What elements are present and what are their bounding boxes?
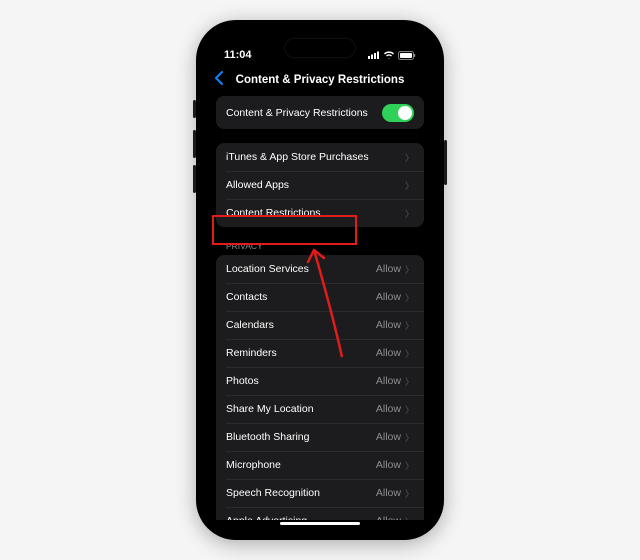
chevron-right-icon: 〉 (405, 487, 414, 500)
apple-advertising-row[interactable]: Apple Advertising Allow 〉 (216, 507, 424, 520)
microphone-row[interactable]: Microphone Allow 〉 (216, 451, 424, 479)
row-label: Reminders (226, 347, 277, 359)
nav-title: Content & Privacy Restrictions (236, 74, 405, 86)
volume-up-button (193, 130, 196, 158)
chevron-right-icon: 〉 (405, 319, 414, 332)
row-value: Allow (376, 263, 401, 275)
row-label: Contacts (226, 291, 267, 303)
volume-down-button (193, 165, 196, 193)
bluetooth-sharing-row[interactable]: Bluetooth Sharing Allow 〉 (216, 423, 424, 451)
screen: 11:04 Content & Privacy Restrictions Con… (206, 30, 434, 530)
row-label: iTunes & App Store Purchases (226, 151, 369, 163)
chevron-right-icon: 〉 (405, 459, 414, 472)
row-value: Allow (376, 319, 401, 331)
nav-header: Content & Privacy Restrictions (206, 70, 434, 96)
row-value: Allow (376, 375, 401, 387)
chevron-right-icon: 〉 (405, 347, 414, 360)
chevron-right-icon: 〉 (405, 291, 414, 304)
row-label: Speech Recognition (226, 487, 320, 499)
chevron-right-icon: 〉 (405, 207, 414, 220)
share-location-row[interactable]: Share My Location Allow 〉 (216, 395, 424, 423)
photos-row[interactable]: Photos Allow 〉 (216, 367, 424, 395)
location-services-row[interactable]: Location Services Allow 〉 (216, 255, 424, 283)
row-value: Allow (376, 403, 401, 415)
privacy-group: Location Services Allow 〉 Contacts Allow 〉… (216, 255, 424, 520)
dynamic-island (284, 38, 356, 58)
status-icons (368, 51, 416, 60)
row-label: Microphone (226, 459, 281, 471)
chevron-right-icon: 〉 (405, 515, 414, 521)
row-label: Calendars (226, 319, 274, 331)
chevron-left-icon (214, 71, 223, 85)
itunes-purchases-row[interactable]: iTunes & App Store Purchases 〉 (216, 143, 424, 171)
contacts-row[interactable]: Contacts Allow 〉 (216, 283, 424, 311)
row-value: Allow (376, 459, 401, 471)
chevron-right-icon: 〉 (405, 375, 414, 388)
calendars-row[interactable]: Calendars Allow 〉 (216, 311, 424, 339)
row-label: Location Services (226, 263, 309, 275)
speech-recognition-row[interactable]: Speech Recognition Allow 〉 (216, 479, 424, 507)
signal-icon (368, 51, 380, 59)
reminders-row[interactable]: Reminders Allow 〉 (216, 339, 424, 367)
row-value: Allow (376, 347, 401, 359)
chevron-right-icon: 〉 (405, 151, 414, 164)
row-value: Allow (376, 431, 401, 443)
row-value: Allow (376, 291, 401, 303)
back-button[interactable] (214, 71, 223, 90)
row-label: Allowed Apps (226, 179, 289, 191)
content-restrictions-row[interactable]: Content Restrictions 〉 (216, 199, 424, 227)
toggle-group: Content & Privacy Restrictions (216, 96, 424, 129)
row-label: Apple Advertising (226, 515, 307, 520)
wifi-icon (383, 51, 395, 59)
home-indicator[interactable] (280, 522, 360, 525)
battery-icon (398, 51, 416, 60)
row-label: Content Restrictions (226, 207, 321, 219)
allowed-apps-row[interactable]: Allowed Apps 〉 (216, 171, 424, 199)
phone-frame: 11:04 Content & Privacy Restrictions Con… (196, 20, 444, 540)
row-label: Content & Privacy Restrictions (226, 107, 368, 119)
chevron-right-icon: 〉 (405, 179, 414, 192)
row-label: Bluetooth Sharing (226, 431, 309, 443)
status-time: 11:04 (224, 49, 252, 61)
content-privacy-toggle-row[interactable]: Content & Privacy Restrictions (216, 96, 424, 129)
toggle-switch[interactable] (382, 104, 414, 122)
chevron-right-icon: 〉 (405, 403, 414, 416)
chevron-right-icon: 〉 (405, 263, 414, 276)
row-value: Allow (376, 487, 401, 499)
privacy-section-header: PRIVACY (216, 241, 424, 255)
power-button (444, 140, 447, 185)
row-label: Share My Location (226, 403, 314, 415)
restrictions-group: iTunes & App Store Purchases 〉 Allowed A… (216, 143, 424, 227)
chevron-right-icon: 〉 (405, 431, 414, 444)
content-scroll[interactable]: Content & Privacy Restrictions iTunes & … (206, 96, 434, 520)
row-value: Allow (376, 515, 401, 520)
silence-switch (193, 100, 196, 118)
row-label: Photos (226, 375, 259, 387)
